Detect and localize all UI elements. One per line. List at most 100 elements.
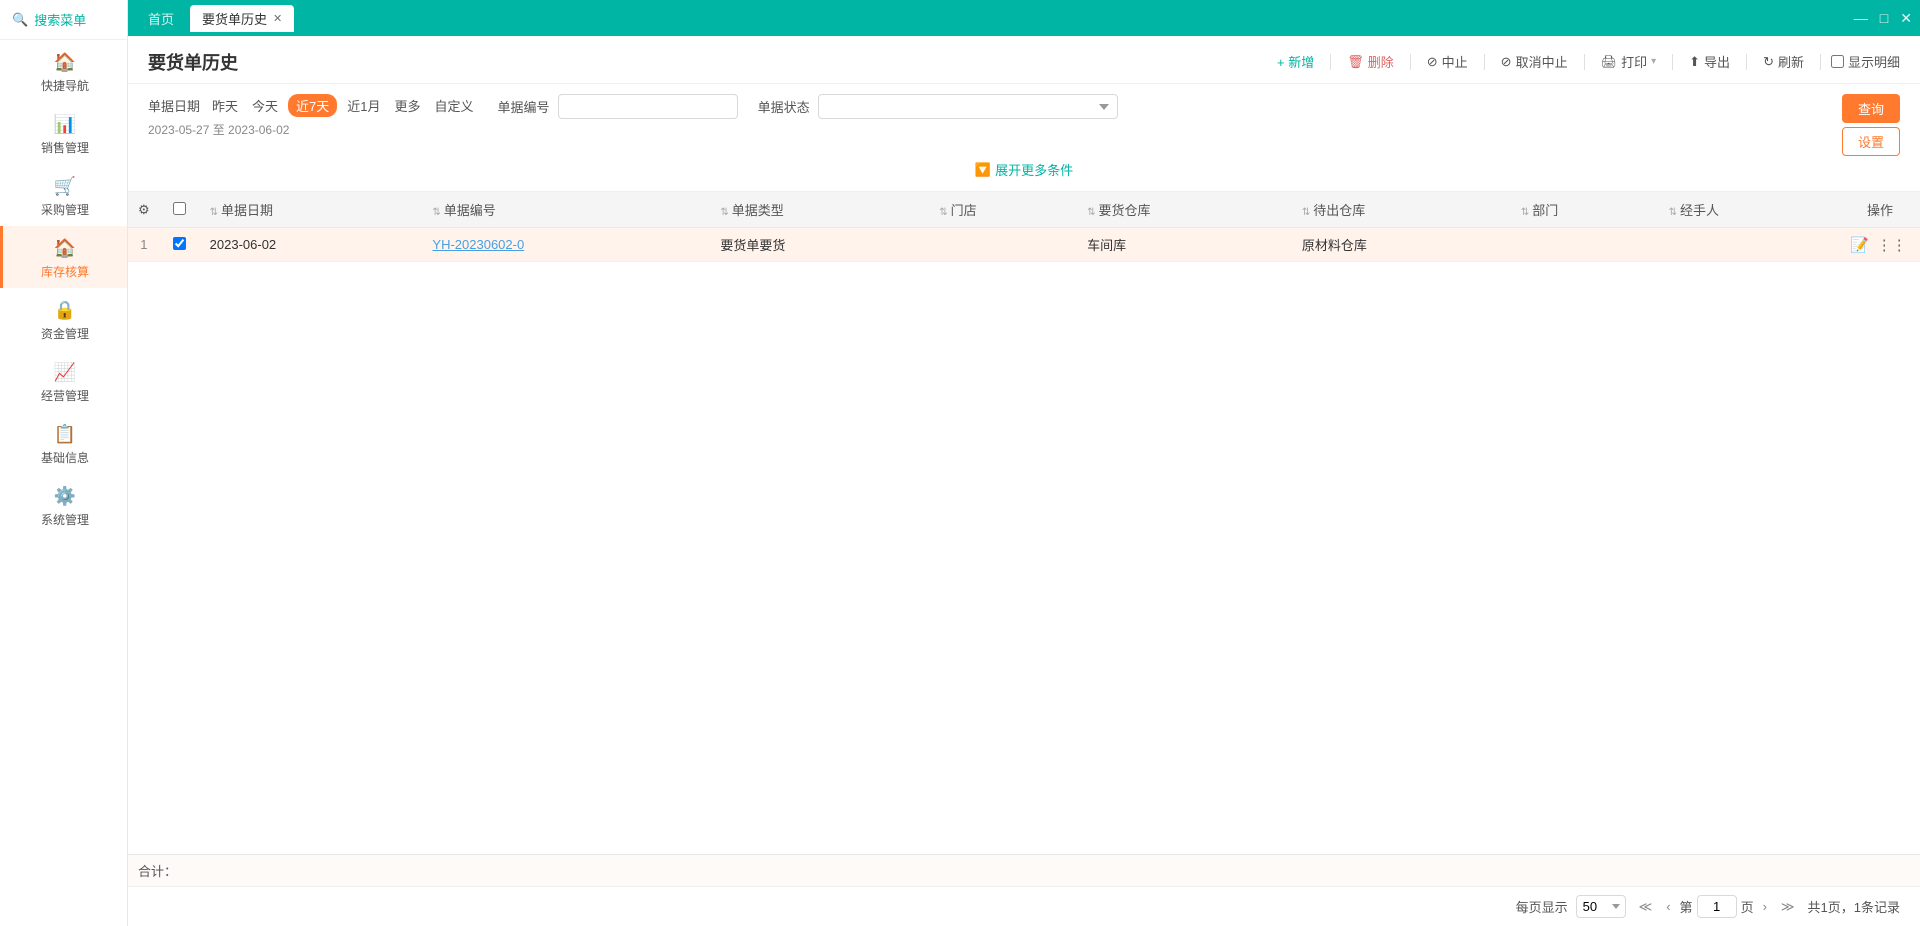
col-header-pending-warehouse[interactable]: 待出仓库 [1292, 192, 1511, 228]
delete-button[interactable]: 🗑 删除 [1341, 48, 1400, 75]
table-row[interactable]: 1 2023-06-02 YH-20230602-0 要货单要货 车间库 原材料… [128, 228, 1920, 262]
sidebar: 🔍 搜索菜单 🏠 快捷导航 📊 销售管理 🛒 采购管理 🏠 库存核算 🔒 资金管… [0, 0, 128, 926]
shortcut-more[interactable]: 更多 [391, 94, 425, 117]
cell-pending-warehouse: 原材料仓库 [1292, 228, 1511, 262]
divider-1 [1330, 54, 1331, 70]
page-suffix-label: 页 [1741, 897, 1754, 916]
col-header-department[interactable]: 部门 [1511, 192, 1659, 228]
page-number-input[interactable] [1697, 895, 1737, 918]
sidebar-item-inventory-calc[interactable]: 🏠 库存核算 [0, 226, 127, 288]
display-detail-checkbox[interactable] [1831, 55, 1844, 68]
table-container: ⚙ 单据日期 单据编号 单据类型 门店 要货仓库 待出仓库 部门 经手人 操作 [128, 192, 1920, 854]
doc-number-input[interactable] [558, 94, 738, 119]
tab-close-icon[interactable]: ✕ [273, 12, 282, 25]
sidebar-item-system-mgmt[interactable]: ⚙️ 系统管理 [0, 474, 127, 536]
col-header-handler[interactable]: 经手人 [1659, 192, 1840, 228]
col-header-store[interactable]: 门店 [929, 192, 1077, 228]
expand-icon: 🔽 [975, 162, 991, 178]
tab-requisition-history[interactable]: 要货单历史 ✕ [190, 5, 294, 32]
select-all-checkbox[interactable] [173, 202, 186, 215]
sidebar-item-basic-info[interactable]: 📋 基础信息 [0, 412, 127, 474]
new-button[interactable]: + 新增 [1271, 48, 1320, 75]
window-controls: — □ ✕ [1854, 10, 1912, 27]
export-button[interactable]: ⬆ 导出 [1683, 48, 1736, 75]
cell-req-warehouse: 车间库 [1077, 228, 1292, 262]
table-footer: 合计： [128, 854, 1920, 886]
sales-icon: 📊 [54, 114, 76, 135]
more-icon[interactable]: ⋮⋮ [1877, 236, 1907, 254]
refresh-icon: ↻ [1763, 54, 1774, 70]
divider-5 [1672, 54, 1673, 70]
date-shortcuts: 昨天 今天 近7天 近1月 更多 自定义 [208, 94, 478, 117]
doc-number-label: 单据编号 [498, 97, 550, 116]
sidebar-item-label: 库存核算 [41, 263, 89, 280]
shortcut-last7days[interactable]: 近7天 [288, 94, 337, 117]
sidebar-item-label: 销售管理 [41, 139, 89, 156]
sidebar-item-quick-nav[interactable]: 🏠 快捷导航 [0, 40, 127, 102]
sidebar-search[interactable]: 🔍 搜索菜单 [0, 0, 127, 40]
doc-number-link[interactable]: YH-20230602-0 [432, 237, 524, 252]
shortcut-yesterday[interactable]: 昨天 [208, 94, 242, 117]
total-records-label: 共1页，1条记录 [1808, 897, 1900, 916]
refresh-label: 刷新 [1778, 52, 1804, 71]
main-area: 首页 要货单历史 ✕ — □ ✕ 要货单历史 + 新增 🗑 删除 [128, 0, 1920, 926]
tab-bar: 首页 要货单历史 ✕ — □ ✕ [128, 0, 1920, 36]
minimize-button[interactable]: — [1854, 10, 1868, 26]
cancel-stop-label: 取消中止 [1516, 52, 1568, 71]
expand-more-button[interactable]: 🔽 展开更多条件 [148, 160, 1900, 179]
display-detail-checkbox-wrapper[interactable]: 显示明细 [1831, 52, 1900, 71]
print-label: 打印 [1621, 52, 1647, 71]
shortcut-today[interactable]: 今天 [248, 94, 282, 117]
doc-status-label: 单据状态 [758, 97, 810, 116]
stop-button[interactable]: ⊘ 中止 [1421, 48, 1474, 75]
col-header-doc-number[interactable]: 单据编号 [422, 192, 710, 228]
system-icon: ⚙️ [54, 486, 76, 507]
col-header-doc-type[interactable]: 单据类型 [710, 192, 929, 228]
toolbar: + 新增 🗑 删除 ⊘ 中止 ⊘ 取消中止 🖨 [1271, 48, 1900, 75]
close-button[interactable]: ✕ [1900, 10, 1912, 27]
last-page-button[interactable]: ≫ [1776, 897, 1800, 917]
doc-number-filter-group: 单据编号 [498, 94, 738, 119]
page-prefix-label: 第 [1680, 897, 1693, 916]
sidebar-item-sales-mgmt[interactable]: 📊 销售管理 [0, 102, 127, 164]
checkbox-column-header [160, 192, 200, 228]
per-page-label: 每页显示 [1516, 897, 1568, 916]
col-header-doc-date[interactable]: 单据日期 [200, 192, 423, 228]
next-page-button[interactable]: › [1758, 897, 1772, 916]
col-header-req-warehouse[interactable]: 要货仓库 [1077, 192, 1292, 228]
settings-column-header[interactable]: ⚙ [128, 192, 160, 228]
sidebar-item-operations-mgmt[interactable]: 📈 经营管理 [0, 350, 127, 412]
date-filter-group: 单据日期 昨天 今天 近7天 近1月 更多 自定义 2023-05-27 至 2… [148, 94, 478, 138]
doc-status-select[interactable] [818, 94, 1118, 119]
filter-actions: 查询 设置 [1842, 94, 1900, 156]
query-button[interactable]: 查询 [1842, 94, 1900, 123]
first-page-button[interactable]: ≪ [1634, 897, 1658, 917]
cell-operation: 📝 ⋮⋮ [1840, 228, 1920, 262]
cell-doc-number[interactable]: YH-20230602-0 [422, 228, 710, 262]
search-icon: 🔍 [12, 12, 28, 28]
divider-2 [1410, 54, 1411, 70]
shortcut-custom[interactable]: 自定义 [431, 94, 478, 117]
sidebar-item-label: 快捷导航 [41, 77, 89, 94]
cancel-stop-button[interactable]: ⊘ 取消中止 [1495, 48, 1574, 75]
display-detail-label: 显示明细 [1848, 52, 1900, 71]
settings-button[interactable]: 设置 [1842, 127, 1900, 156]
tab-home[interactable]: 首页 [136, 5, 186, 32]
edit-icon[interactable]: 📝 [1850, 236, 1869, 254]
maximize-button[interactable]: □ [1880, 10, 1888, 26]
sidebar-item-purchase-mgmt[interactable]: 🛒 采购管理 [0, 164, 127, 226]
table-head: ⚙ 单据日期 单据编号 单据类型 门店 要货仓库 待出仓库 部门 经手人 操作 [128, 192, 1920, 228]
divider-6 [1746, 54, 1747, 70]
basic-info-icon: 📋 [54, 424, 76, 445]
footer-total-label: 合计： [138, 864, 177, 879]
prev-page-button[interactable]: ‹ [1661, 897, 1675, 916]
refresh-button[interactable]: ↻ 刷新 [1757, 48, 1810, 75]
shortcut-last1month[interactable]: 近1月 [343, 94, 384, 117]
print-button[interactable]: 🖨 打印 ▾ [1595, 48, 1663, 75]
stop-icon: ⊘ [1427, 54, 1438, 70]
filter-bar: 单据日期 昨天 今天 近7天 近1月 更多 自定义 2023-05-27 至 2… [128, 84, 1920, 192]
sidebar-item-finance-mgmt[interactable]: 🔒 资金管理 [0, 288, 127, 350]
row-checkbox[interactable] [160, 228, 200, 262]
data-table: ⚙ 单据日期 单据编号 单据类型 门店 要货仓库 待出仓库 部门 经手人 操作 [128, 192, 1920, 262]
per-page-select[interactable]: 10 20 50 100 [1576, 895, 1626, 918]
